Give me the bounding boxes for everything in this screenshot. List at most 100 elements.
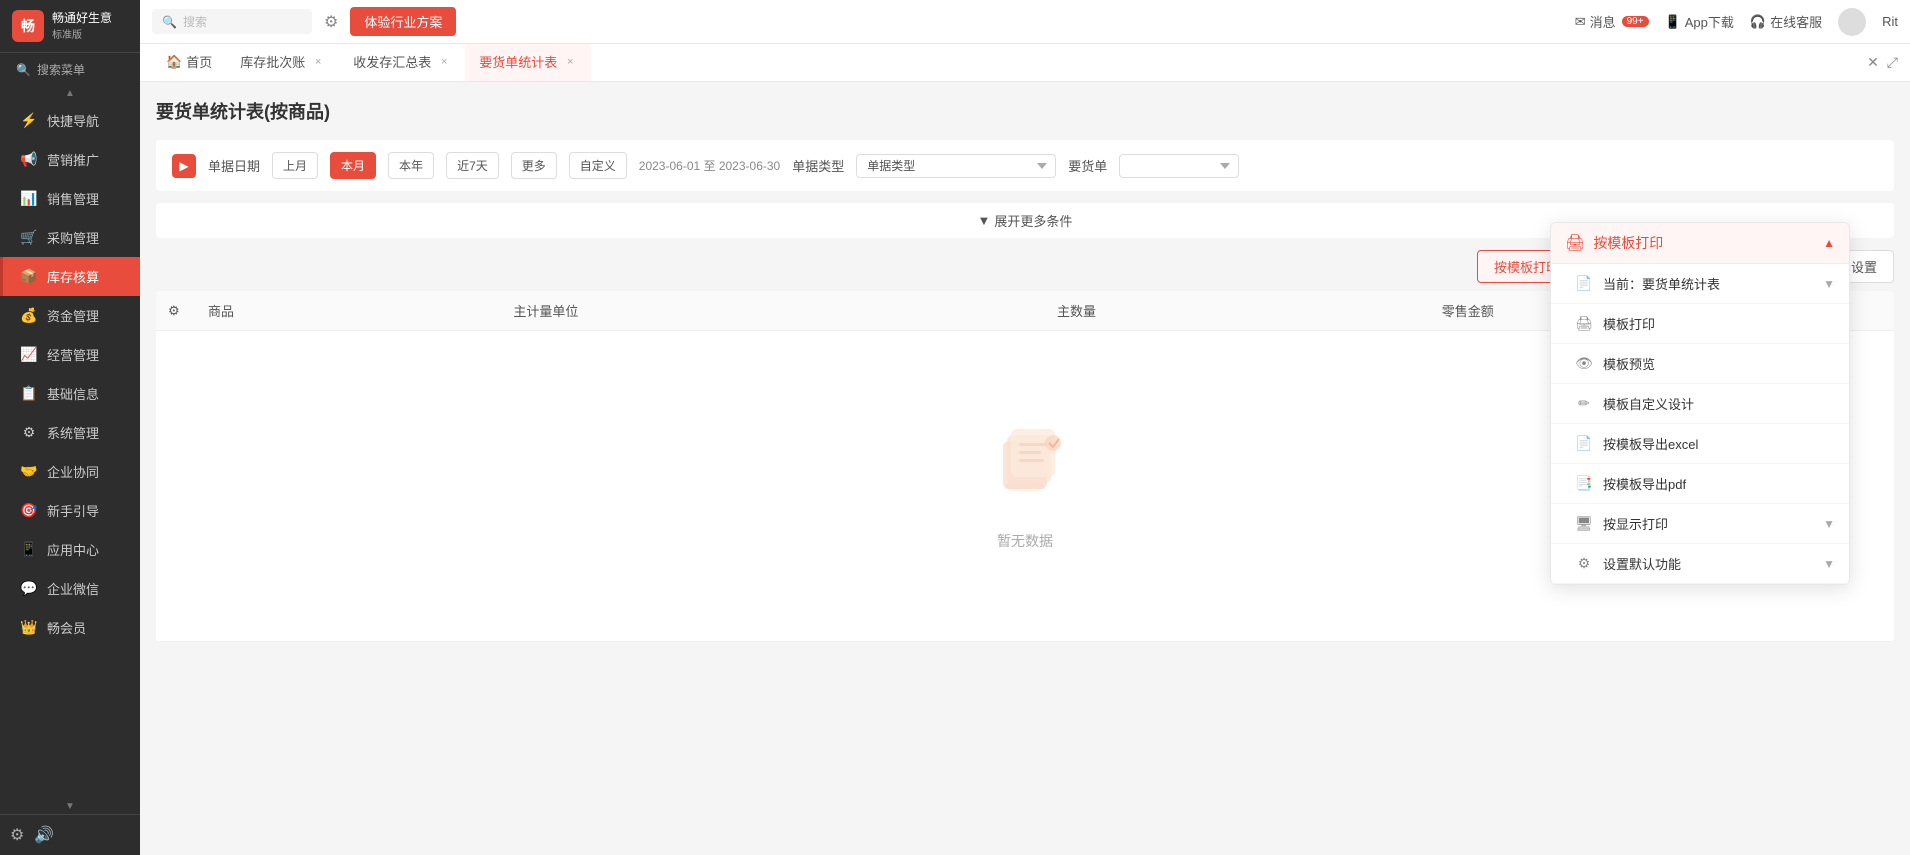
- topbar-gear-icon[interactable]: ⚙: [324, 12, 338, 32]
- dropdown-export-excel[interactable]: 📄 按模板导出excel: [1551, 424, 1849, 464]
- experience-btn[interactable]: 体验行业方案: [350, 7, 456, 36]
- export-excel-icon: 📄: [1575, 435, 1593, 452]
- sidebar-item-newbie[interactable]: 🎯 新手引导: [0, 491, 140, 530]
- tab-receipt-summary-close[interactable]: ×: [437, 55, 451, 69]
- marketing-icon: 📢: [19, 151, 39, 168]
- template-print-label: 模板打印: [1603, 314, 1655, 333]
- messages-badge: 99+: [1622, 16, 1649, 27]
- dropdown-template-print[interactable]: 🖨 模板打印: [1551, 304, 1849, 344]
- sidebar-item-quick-nav[interactable]: ⚡ 快捷导航: [0, 101, 140, 140]
- date-btn-this-year[interactable]: 本年: [388, 152, 434, 179]
- tab-inventory-batch[interactable]: 库存批次账 ×: [226, 44, 339, 81]
- logo-badge: 标准版: [52, 26, 112, 41]
- doc-type-select[interactable]: 单据类型: [856, 154, 1056, 178]
- dropdown-current[interactable]: 📄 当前：要货单统计表 ▼: [1551, 264, 1849, 304]
- sidebar-item-inventory[interactable]: 📦 库存核算: [0, 257, 140, 296]
- expand-more-label: 展开更多条件: [994, 211, 1072, 230]
- sidebar-item-finance[interactable]: 💰 资金管理: [0, 296, 140, 335]
- template-design-label: 模板自定义设计: [1603, 394, 1694, 413]
- dropdown-default-func[interactable]: ⚙ 设置默认功能 ▼: [1551, 544, 1849, 584]
- sidebar-bottom: ⚙ 🔊: [0, 814, 140, 855]
- quick-nav-label: 快捷导航: [47, 111, 99, 130]
- sidebar-item-collab[interactable]: 🤝 企业协同: [0, 452, 140, 491]
- collab-label: 企业协同: [47, 462, 99, 481]
- dropdown-header[interactable]: 🖨 按模板打印 ▲: [1551, 223, 1849, 264]
- expand-more-btn[interactable]: ▼ 展开更多条件: [978, 211, 1073, 230]
- messages-action[interactable]: ✉ 消息 99+: [1575, 12, 1649, 31]
- sidebar-item-member[interactable]: 👑 畅会员: [0, 608, 140, 647]
- operation-icon: 📈: [19, 346, 39, 363]
- template-design-icon: ✏: [1575, 395, 1593, 412]
- display-print-icon: 🖥: [1575, 515, 1593, 532]
- date-btn-custom[interactable]: 自定义: [569, 152, 627, 179]
- member-icon: 👑: [19, 619, 39, 636]
- phone-icon: 📱: [1665, 14, 1681, 30]
- tab-order-stats[interactable]: 要货单统计表 ×: [465, 44, 591, 81]
- topbar-search[interactable]: 🔍 搜索: [152, 9, 312, 34]
- dropdown-header-left: 🖨 按模板打印: [1565, 233, 1663, 253]
- online-service-action[interactable]: 🎧 在线客服: [1750, 12, 1822, 31]
- col-settings[interactable]: ⚙: [156, 291, 196, 331]
- scroll-down-btn[interactable]: ▼: [0, 799, 140, 814]
- operation-label: 经营管理: [47, 345, 99, 364]
- default-func-icon: ⚙: [1575, 555, 1593, 572]
- sidebar-item-marketing[interactable]: 📢 营销推广: [0, 140, 140, 179]
- close-window-icon[interactable]: ✕: [1867, 54, 1879, 71]
- newbie-label: 新手引导: [47, 501, 99, 520]
- sidebar-item-app-center[interactable]: 📱 应用中心: [0, 530, 140, 569]
- tab-inventory-batch-close[interactable]: ×: [311, 55, 325, 69]
- logo-icon: 畅: [12, 10, 44, 42]
- sidebar-logo: 畅 畅通好生意 标准版: [0, 0, 140, 53]
- headset-icon: 🎧: [1750, 14, 1766, 30]
- col-product: 商品: [196, 291, 501, 331]
- date-btn-7days[interactable]: 近7天: [446, 152, 499, 179]
- app-center-label: 应用中心: [47, 540, 99, 559]
- app-download-action[interactable]: 📱 App下载: [1665, 12, 1734, 31]
- export-pdf-icon: 📑: [1575, 475, 1593, 492]
- dropdown-header-label: 按模板打印: [1593, 233, 1663, 253]
- sidebar-item-wechat[interactable]: 💬 企业微信: [0, 569, 140, 608]
- sound-icon[interactable]: 🔊: [34, 825, 54, 845]
- maximize-window-icon[interactable]: ⤢: [1887, 54, 1898, 71]
- collab-icon: 🤝: [19, 463, 39, 480]
- empty-icon: [985, 421, 1065, 515]
- scroll-up-btn[interactable]: ▲: [0, 86, 140, 101]
- home-icon: 🏠: [166, 54, 182, 70]
- sidebar-item-system[interactable]: ⚙ 系统管理: [0, 413, 140, 452]
- order-filter-label: 要货单: [1068, 156, 1107, 175]
- tab-receipt-summary[interactable]: 收发存汇总表 ×: [339, 44, 465, 81]
- expand-icon: ▼: [978, 213, 991, 228]
- dropdown-template-design[interactable]: ✏ 模板自定义设计: [1551, 384, 1849, 424]
- wechat-label: 企业微信: [47, 579, 99, 598]
- dropdown-export-pdf[interactable]: 📑 按模板导出pdf: [1551, 464, 1849, 504]
- date-filter-label: 单据日期: [208, 156, 260, 175]
- sidebar-item-sales[interactable]: 📊 销售管理: [0, 179, 140, 218]
- date-btn-last-month[interactable]: 上月: [272, 152, 318, 179]
- current-icon: 📄: [1575, 275, 1593, 292]
- basic-icon: 📋: [19, 385, 39, 402]
- dropdown-template-preview[interactable]: 👁 模板预览: [1551, 344, 1849, 384]
- basic-label: 基础信息: [47, 384, 99, 403]
- filter-expand-btn[interactable]: ▶: [172, 154, 196, 178]
- default-func-label: 设置默认功能: [1603, 554, 1681, 573]
- current-arrow: ▼: [1823, 277, 1835, 291]
- avatar[interactable]: [1838, 8, 1866, 36]
- date-btn-more[interactable]: 更多: [511, 152, 557, 179]
- logo-text: 畅通好生意: [52, 11, 112, 27]
- tab-home-label: 首页: [186, 52, 212, 71]
- username: Rit: [1882, 14, 1898, 29]
- tab-home[interactable]: 🏠 首页: [152, 44, 226, 81]
- order-select[interactable]: [1119, 154, 1239, 178]
- date-btn-this-month[interactable]: 本月: [330, 152, 376, 179]
- filter-bar: ▶ 单据日期 上月 本月 本年 近7天 更多 自定义 2023-06-01 至 …: [156, 140, 1894, 191]
- sidebar-item-basic[interactable]: 📋 基础信息: [0, 374, 140, 413]
- dropdown-display-print[interactable]: 🖥 按显示打印 ▼: [1551, 504, 1849, 544]
- table-settings-icon[interactable]: ⚙: [168, 303, 180, 318]
- display-print-label: 按显示打印: [1603, 514, 1668, 533]
- sidebar-item-operation[interactable]: 📈 经营管理: [0, 335, 140, 374]
- sidebar-item-purchase[interactable]: 🛒 采购管理: [0, 218, 140, 257]
- finance-label: 资金管理: [47, 306, 99, 325]
- settings-icon[interactable]: ⚙: [10, 825, 24, 845]
- tab-order-stats-close[interactable]: ×: [563, 55, 577, 69]
- sidebar-search[interactable]: 🔍 搜索菜单: [0, 53, 140, 86]
